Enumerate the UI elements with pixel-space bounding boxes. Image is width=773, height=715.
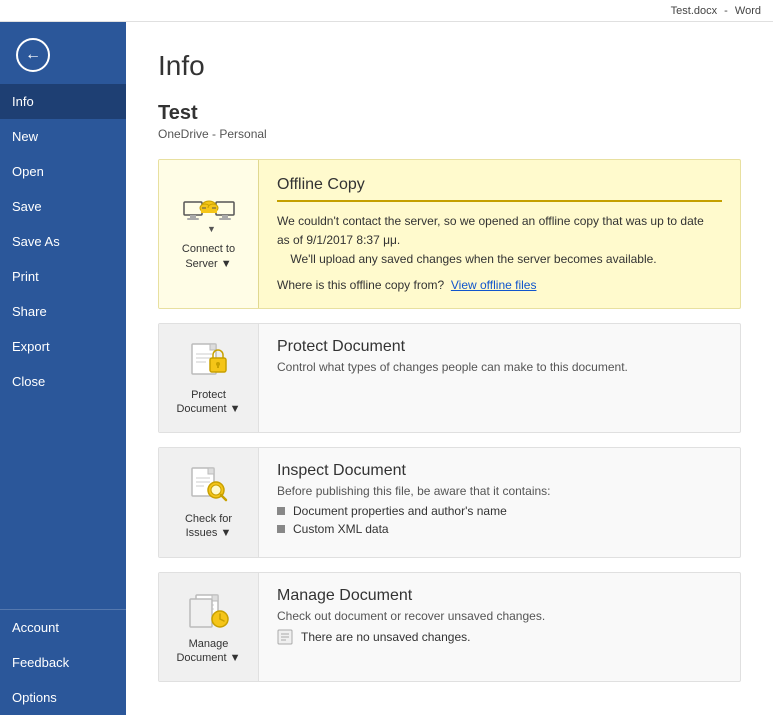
inspect-bullet-1: Document properties and author's name <box>277 504 722 518</box>
protect-document-card: ProtectDocument ▼ Protect Document Contr… <box>158 323 741 434</box>
back-icon: ← <box>16 38 50 72</box>
inspect-bullet-2: Custom XML data <box>277 522 722 536</box>
offline-heading: Offline Copy <box>277 176 722 194</box>
bullet-square-1 <box>277 507 285 515</box>
connect-server-label: Connect toServer ▼ <box>182 242 235 271</box>
back-button[interactable]: ← <box>8 30 58 80</box>
doc-location: OneDrive - Personal <box>158 127 741 141</box>
title-separator: - <box>721 5 731 17</box>
svg-text:▼: ▼ <box>207 224 216 234</box>
bullet-square-2 <box>277 525 285 533</box>
protect-document-label: ProtectDocument ▼ <box>176 388 240 417</box>
offline-banner: ▼ Connect toServer ▼ Offline Copy We cou… <box>158 159 741 309</box>
protect-document-desc: Control what types of changes people can… <box>277 360 722 374</box>
manage-document-label: ManageDocument ▼ <box>176 637 240 666</box>
offline-underline <box>277 200 722 202</box>
offline-footer: Where is this offline copy from? View of… <box>277 278 722 292</box>
manage-document-heading: Manage Document <box>277 587 722 605</box>
sidebar-item-close[interactable]: Close <box>0 364 126 399</box>
sidebar: ← Info New Open Save Save As Print Share… <box>0 22 126 715</box>
check-for-issues-label: Check forIssues ▼ <box>185 512 232 541</box>
no-changes-text: There are no unsaved changes. <box>277 629 722 645</box>
protect-document-content: Protect Document Control what types of c… <box>259 324 740 433</box>
manage-document-desc: Check out document or recover unsaved ch… <box>277 609 722 623</box>
sidebar-item-export[interactable]: Export <box>0 329 126 364</box>
no-changes-icon <box>277 629 293 645</box>
inspect-document-card: Check forIssues ▼ Inspect Document Befor… <box>158 447 741 558</box>
inspect-document-content: Inspect Document Before publishing this … <box>259 448 740 557</box>
sidebar-item-account[interactable]: Account <box>0 610 126 645</box>
manage-document-button[interactable]: ManageDocument ▼ <box>159 573 259 682</box>
sidebar-item-share[interactable]: Share <box>0 294 126 329</box>
protect-document-heading: Protect Document <box>277 338 722 356</box>
protect-document-icon <box>188 340 230 380</box>
sidebar-item-save-as[interactable]: Save As <box>0 224 126 259</box>
sidebar-item-save[interactable]: Save <box>0 189 126 224</box>
offline-banner-content: Offline Copy We couldn't contact the ser… <box>259 160 740 308</box>
sidebar-item-options[interactable]: Options <box>0 680 126 715</box>
sidebar-item-new[interactable]: New <box>0 119 126 154</box>
title-filename: Test.docx <box>671 5 717 17</box>
connect-to-server-button[interactable]: ▼ Connect toServer ▼ <box>159 160 259 308</box>
offline-description: We couldn't contact the server, so we op… <box>277 212 722 270</box>
content-area: Info Test OneDrive - Personal <box>126 22 773 715</box>
sidebar-item-open[interactable]: Open <box>0 154 126 189</box>
main-layout: ← Info New Open Save Save As Print Share… <box>0 22 773 715</box>
sidebar-bottom: Account Feedback Options <box>0 609 126 715</box>
sidebar-item-print[interactable]: Print <box>0 259 126 294</box>
doc-title: Test <box>158 102 741 125</box>
connect-server-icon: ▼ <box>183 196 235 234</box>
protect-document-button[interactable]: ProtectDocument ▼ <box>159 324 259 433</box>
manage-document-icon <box>188 589 230 629</box>
page-title: Info <box>158 50 741 82</box>
manage-document-card: ManageDocument ▼ Manage Document Check o… <box>158 572 741 683</box>
inspect-document-heading: Inspect Document <box>277 462 722 480</box>
check-for-issues-button[interactable]: Check forIssues ▼ <box>159 448 259 557</box>
title-app: Word <box>735 5 761 17</box>
title-bar: Test.docx - Word <box>0 0 773 22</box>
check-issues-icon <box>188 464 230 504</box>
view-offline-files-link[interactable]: View offline files <box>451 278 537 292</box>
sidebar-item-feedback[interactable]: Feedback <box>0 645 126 680</box>
sidebar-item-info[interactable]: Info <box>0 84 126 119</box>
inspect-document-desc: Before publishing this file, be aware th… <box>277 484 722 498</box>
manage-document-content: Manage Document Check out document or re… <box>259 573 740 682</box>
